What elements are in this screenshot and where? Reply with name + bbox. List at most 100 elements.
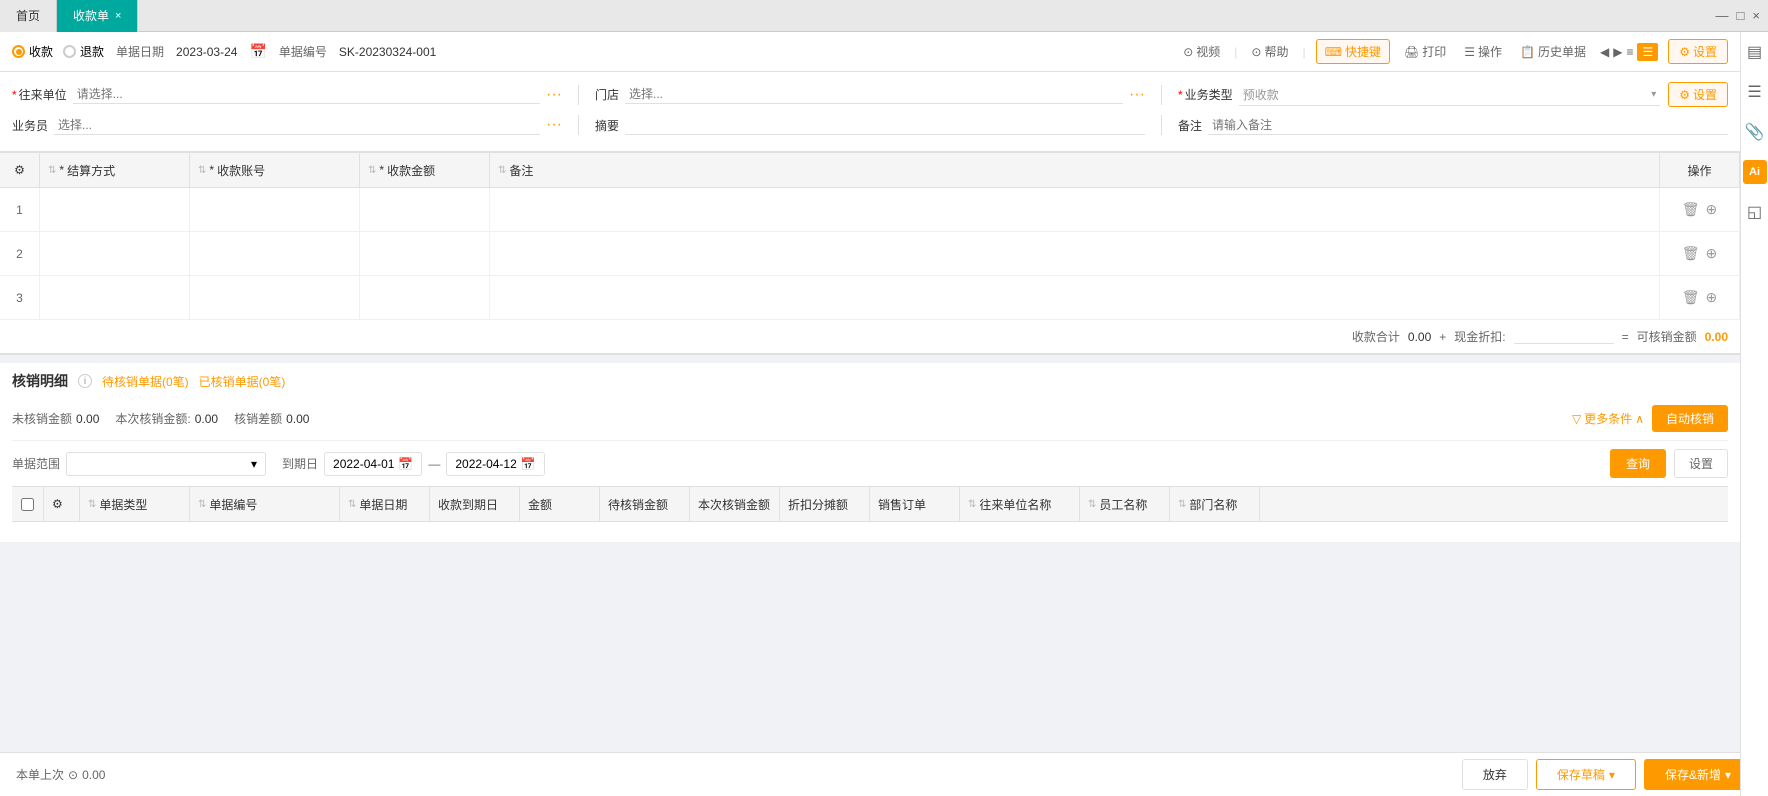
td-remark-2[interactable]	[490, 232, 1660, 275]
due-to-input[interactable]: 2022-04-12 📅	[446, 452, 544, 476]
close-icon[interactable]: ×	[1752, 8, 1760, 23]
td-amount-2[interactable]	[360, 232, 490, 275]
settings-btn[interactable]: ⚙ 设置	[1668, 39, 1728, 64]
td-action-1: 🗑 ⊕	[1660, 188, 1740, 231]
row-copy-icon-3[interactable]: ⊕	[1706, 289, 1718, 306]
shop-input[interactable]	[625, 85, 1123, 104]
writeoff-info-icon[interactable]: i	[78, 374, 92, 388]
staff-more-btn[interactable]: ···	[546, 116, 562, 134]
discount-input[interactable]	[1514, 329, 1614, 344]
tab-current[interactable]: 收款单 ×	[57, 0, 138, 32]
calendar-icon[interactable]: 📅	[249, 43, 266, 60]
help-btn[interactable]: ⊙ 帮助	[1247, 41, 1292, 62]
sidebar-attach-icon[interactable]: 📎	[1743, 120, 1767, 144]
tab-close-icon[interactable]: ×	[115, 10, 121, 22]
select-all-checkbox[interactable]	[21, 498, 34, 511]
partner-input[interactable]	[73, 85, 540, 104]
unwritten-label: 未核销金额	[12, 410, 72, 427]
td-amount-3[interactable]	[360, 276, 490, 319]
dth-discount-text: 折扣分摊额	[788, 496, 848, 513]
staff-input[interactable]	[54, 116, 540, 135]
th-settle-label: *	[59, 163, 64, 177]
row-delete-icon-2[interactable]: 🗑	[1682, 245, 1700, 262]
save-new-btn[interactable]: 保存&新增 ▾	[1644, 759, 1752, 790]
total-value: 0.00	[1408, 330, 1431, 344]
maximize-icon[interactable]: □	[1737, 8, 1745, 23]
nav-left-icon[interactable]: ◀	[1600, 45, 1609, 59]
biz-type-select[interactable]: 预收款 ▾	[1239, 84, 1661, 106]
due-from-value: 2022-04-01	[333, 457, 394, 471]
th-settings[interactable]: ⚙	[0, 153, 40, 187]
range-select[interactable]: ▾	[66, 452, 266, 476]
sidebar-expand-icon[interactable]: ◱	[1743, 200, 1767, 224]
save-draft-btn[interactable]: 保存草稿 ▾	[1536, 759, 1636, 790]
nav-right-icon[interactable]: ▶	[1613, 45, 1622, 59]
sidebar-list-icon[interactable]: ☰	[1743, 80, 1767, 104]
date-dash: —	[428, 457, 440, 471]
partner-more-btn[interactable]: ···	[546, 86, 562, 104]
due-to-value: 2022-04-12	[455, 457, 516, 471]
bottom-actions: 放弃 保存草稿 ▾ 保存&新增 ▾	[1462, 759, 1752, 790]
remark-input[interactable]	[1208, 116, 1728, 135]
pending-tab[interactable]: 待核销单据(0笔)	[102, 373, 189, 390]
summary-input[interactable]	[625, 116, 1145, 135]
layout-list-icon[interactable]: ≡	[1626, 45, 1633, 59]
summary-bar: 收款合计 0.00 + 现金折扣: = 可核销金额 0.00	[0, 320, 1740, 355]
date-value: 2023-03-24	[176, 45, 237, 59]
dth-check[interactable]	[12, 487, 44, 521]
row-copy-icon-1[interactable]: ⊕	[1706, 201, 1718, 218]
filter-row: 单据范围 ▾ 到期日 2022-04-01 📅 — 2022-04-12 📅	[12, 440, 1728, 486]
td-settle-3[interactable]	[40, 276, 190, 319]
tab-home[interactable]: 首页	[0, 0, 57, 32]
form-divider-4	[1161, 115, 1162, 135]
filter-settings-btn[interactable]: 设置	[1674, 449, 1728, 478]
td-account-3[interactable]	[190, 276, 360, 319]
due-from-input[interactable]: 2022-04-01 📅	[324, 452, 422, 476]
done-tab[interactable]: 已核销单据(0笔)	[199, 373, 286, 390]
operate-label: 操作	[1478, 43, 1502, 60]
radio-tuiquan[interactable]: 退款	[63, 43, 104, 60]
form-area: * 往来单位 ··· 门店 ··· * 业务类型 预收款 ▾ ⚙	[0, 72, 1740, 152]
td-remark-3[interactable]	[490, 276, 1660, 319]
dth-dept-text: 部门名称	[1189, 496, 1237, 513]
save-new-arrow: ▾	[1725, 768, 1731, 782]
td-account-1[interactable]	[190, 188, 360, 231]
row-delete-icon-1[interactable]: 🗑	[1682, 201, 1700, 218]
query-btn[interactable]: 查询	[1610, 449, 1666, 478]
operate-btn[interactable]: ☰ 操作	[1460, 41, 1506, 62]
td-remark-1[interactable]	[490, 188, 1660, 231]
radio-shouquan[interactable]: 收款	[12, 43, 53, 60]
td-account-2[interactable]	[190, 232, 360, 275]
due-label: 到期日	[282, 455, 318, 472]
this-write-value: 0.00	[195, 412, 218, 426]
layout-grid-icon[interactable]: ☰	[1637, 43, 1658, 61]
table-header: ⚙ ⇅ * 结算方式 ⇅ * 收款账号 ⇅ * 收款金额 ⇅ 备注	[0, 152, 1740, 188]
sidebar-table-icon[interactable]: ▤	[1743, 40, 1767, 64]
window-controls: — □ ×	[1716, 8, 1768, 23]
minimize-icon[interactable]: —	[1716, 8, 1729, 23]
td-settle-2[interactable]	[40, 232, 190, 275]
sidebar-ai-icon[interactable]: Ai	[1743, 160, 1767, 184]
auto-writeoff-btn[interactable]: 自动核销	[1652, 405, 1728, 432]
abandon-btn[interactable]: 放弃	[1462, 759, 1528, 790]
diff-value: 0.00	[286, 412, 309, 426]
radio-shouquan-label: 收款	[29, 43, 53, 60]
save-new-label: 保存&新增	[1665, 766, 1721, 783]
writeoff-stats: 未核销金额 0.00 本次核销金额: 0.00 核销差额 0.00 ▽ 更多条件…	[12, 399, 1728, 440]
td-settle-1[interactable]	[40, 188, 190, 231]
dth-settings[interactable]: ⚙	[44, 487, 80, 521]
video-btn[interactable]: ⊙ 视频	[1179, 41, 1224, 62]
dth-date: ⇅ 单据日期	[340, 487, 430, 521]
biz-settings-btn[interactable]: ⚙ 设置	[1668, 82, 1728, 107]
this-write-label: 本次核销金额:	[115, 410, 190, 427]
history-btn[interactable]: 📋 历史单据	[1516, 41, 1590, 62]
shop-more-btn[interactable]: ···	[1129, 86, 1145, 104]
td-amount-1[interactable]	[360, 188, 490, 231]
dth-duedate: 收款到期日	[430, 487, 520, 521]
row-copy-icon-2[interactable]: ⊕	[1706, 245, 1718, 262]
more-conditions-btn[interactable]: ▽ 更多条件 ∧	[1572, 410, 1644, 427]
row-delete-icon-3[interactable]: 🗑	[1682, 289, 1700, 306]
shortcut-btn[interactable]: ⌨ 快捷键	[1316, 39, 1390, 64]
dth-amount: 金额	[520, 487, 600, 521]
print-btn[interactable]: 🖨 打印	[1400, 41, 1450, 62]
